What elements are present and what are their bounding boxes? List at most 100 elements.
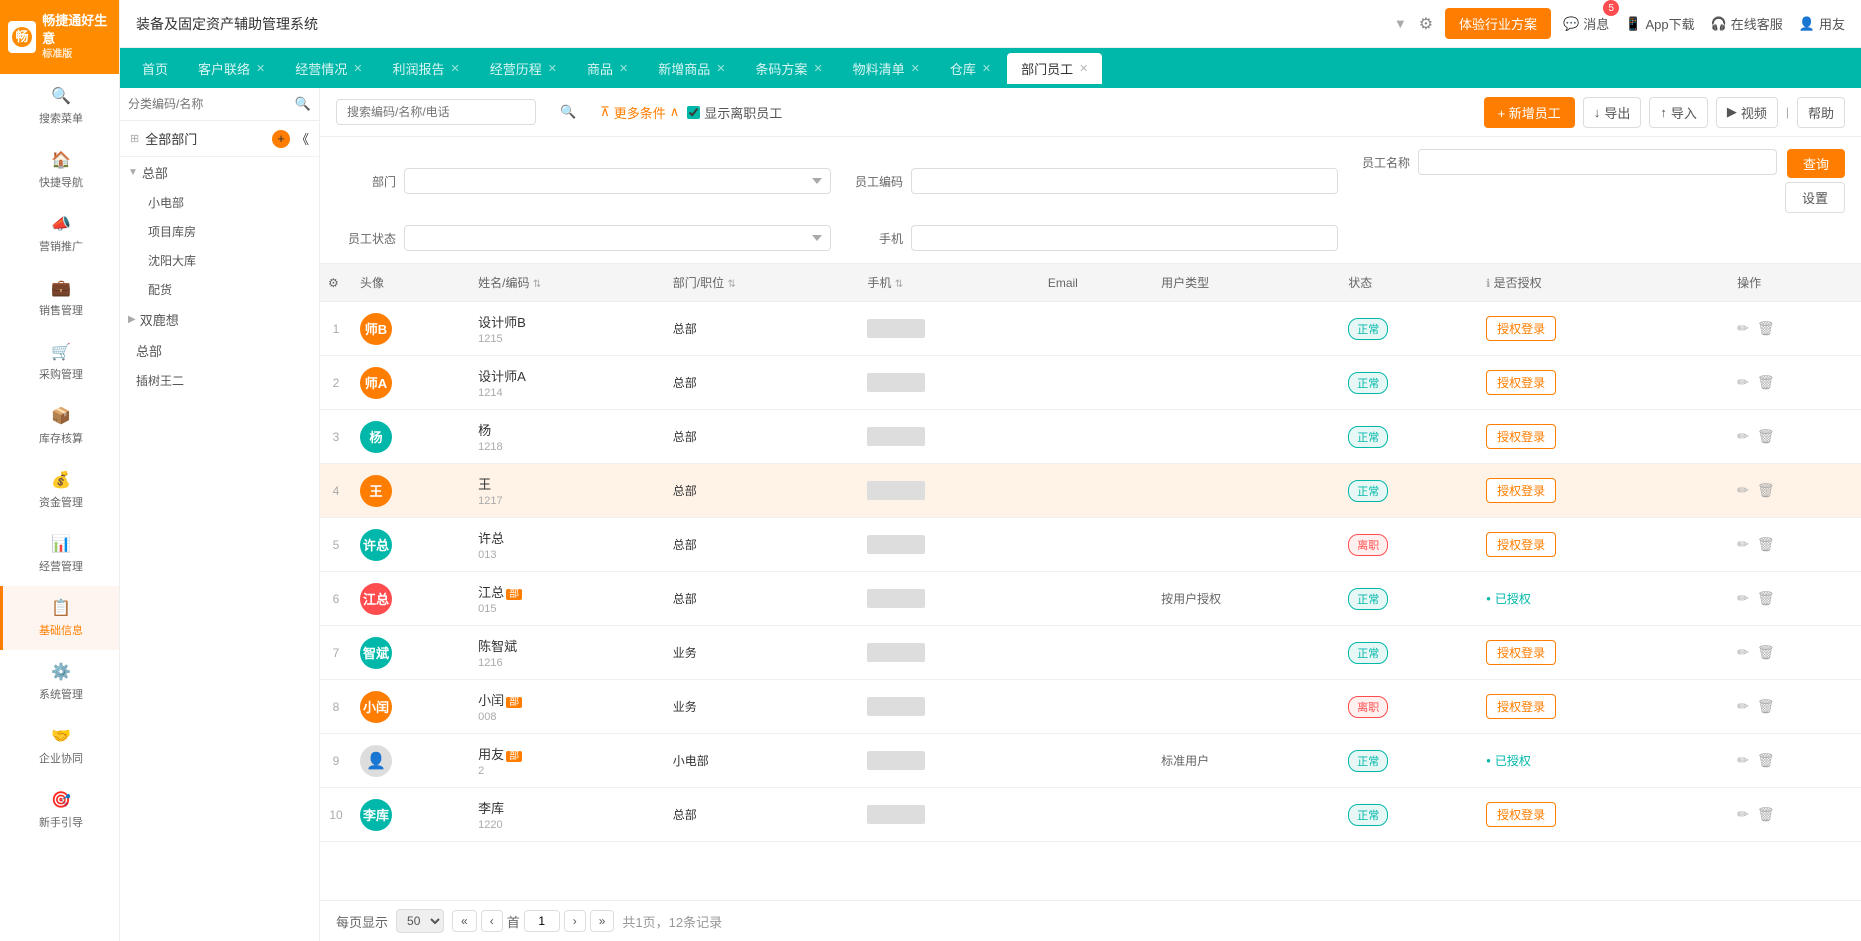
edit-icon[interactable]: ✏ xyxy=(1737,752,1749,769)
tab-new-goods[interactable]: 新增商品✕ xyxy=(644,53,739,84)
close-icon[interactable]: ✕ xyxy=(813,62,822,75)
sidebar-item-finance[interactable]: 💰 资金管理 xyxy=(0,458,119,522)
close-icon[interactable]: ✕ xyxy=(716,62,725,75)
sidebar-item-search[interactable]: 🔍 搜索菜单 xyxy=(0,74,119,138)
sidebar-item-inventory[interactable]: 📦 库存核算 xyxy=(0,394,119,458)
edit-icon[interactable]: ✏ xyxy=(1737,374,1749,391)
edit-icon[interactable]: ✏ xyxy=(1737,320,1749,337)
auth-login-button[interactable]: 授权登录 xyxy=(1486,640,1556,665)
tree-item-chushu[interactable]: 插树王二 xyxy=(120,366,319,395)
search-button[interactable]: 🔍 xyxy=(544,96,592,128)
page-number-input[interactable] xyxy=(524,910,560,932)
tab-bom[interactable]: 物料清单✕ xyxy=(839,53,934,84)
sidebar-item-quick-nav[interactable]: 🏠 快捷导航 xyxy=(0,138,119,202)
auth-login-button[interactable]: 授权登录 xyxy=(1486,532,1556,557)
delete-icon[interactable]: 🗑 xyxy=(1757,644,1775,661)
edit-icon[interactable]: ✏ xyxy=(1737,536,1749,553)
add-employee-button[interactable]: + 新增员工 xyxy=(1484,97,1575,128)
sidebar-item-guide[interactable]: 🎯 新手引导 xyxy=(0,778,119,842)
sidebar-item-operations[interactable]: 📊 经营管理 xyxy=(0,522,119,586)
close-icon[interactable]: ✕ xyxy=(548,62,557,75)
delete-icon[interactable]: 🗑 xyxy=(1757,752,1775,769)
app-download-button[interactable]: 📱 App下载 xyxy=(1625,14,1694,33)
delete-icon[interactable]: 🗑 xyxy=(1757,590,1775,607)
tab-warehouse[interactable]: 仓库✕ xyxy=(936,53,1005,84)
more-filter-button[interactable]: ⊼ 更多条件 ∧ xyxy=(600,103,679,122)
sort-icon[interactable]: ⇅ xyxy=(727,279,735,290)
delete-icon[interactable]: 🗑 xyxy=(1757,374,1775,391)
edit-icon[interactable]: ✏ xyxy=(1737,806,1749,823)
edit-icon[interactable]: ✏ xyxy=(1737,698,1749,715)
delete-icon[interactable]: 🗑 xyxy=(1757,536,1775,553)
delete-icon[interactable]: 🗑 xyxy=(1757,698,1775,715)
close-icon[interactable]: ✕ xyxy=(911,62,920,75)
delete-icon[interactable]: 🗑 xyxy=(1757,806,1775,823)
col-name[interactable]: 姓名/编码 ⇅ xyxy=(470,264,665,302)
tab-profit[interactable]: 利润报告✕ xyxy=(378,53,473,84)
tab-barcode[interactable]: 条码方案✕ xyxy=(741,53,836,84)
phone-input[interactable] xyxy=(911,225,1338,251)
sort-icon[interactable]: ⇅ xyxy=(533,279,541,290)
close-icon[interactable]: ✕ xyxy=(982,62,991,75)
sidebar-item-basic-info[interactable]: 📋 基础信息 xyxy=(0,586,119,650)
auth-login-button[interactable]: 授权登录 xyxy=(1486,424,1556,449)
prev-page-button[interactable]: ‹ xyxy=(481,910,503,932)
auth-login-button[interactable]: 授权登录 xyxy=(1486,370,1556,395)
export-button[interactable]: ↓ 导出 xyxy=(1583,97,1642,128)
next-page-button[interactable]: › xyxy=(564,910,586,932)
close-icon[interactable]: ✕ xyxy=(451,62,460,75)
sidebar-item-purchase[interactable]: 🛒 采购管理 xyxy=(0,330,119,394)
edit-icon[interactable]: ✏ xyxy=(1737,482,1749,499)
set-button[interactable]: 设置 xyxy=(1785,182,1845,213)
status-select[interactable] xyxy=(404,225,831,251)
tab-home[interactable]: 首页 xyxy=(128,53,182,84)
edit-icon[interactable]: ✏ xyxy=(1737,590,1749,607)
col-dept[interactable]: 部门/职位 ⇅ xyxy=(665,264,860,302)
sidebar-item-sales[interactable]: 💼 销售管理 xyxy=(0,266,119,330)
delete-icon[interactable]: 🗑 xyxy=(1757,320,1775,337)
online-service-button[interactable]: 🎧 在线客服 xyxy=(1711,14,1783,33)
col-phone[interactable]: 手机 ⇅ xyxy=(859,264,1039,302)
import-button[interactable]: ↑ 导入 xyxy=(1649,97,1708,128)
auth-login-button[interactable]: 授权登录 xyxy=(1486,694,1556,719)
help-button[interactable]: 帮助 xyxy=(1797,97,1845,128)
tab-operations[interactable]: 经营情况✕ xyxy=(281,53,376,84)
close-icon[interactable]: ✕ xyxy=(619,62,628,75)
auth-login-button[interactable]: 授权登录 xyxy=(1486,478,1556,503)
tree-item-project[interactable]: 项目库房 xyxy=(120,217,319,246)
close-icon[interactable]: ✕ xyxy=(256,62,265,75)
edit-icon[interactable]: ✏ xyxy=(1737,644,1749,661)
user-avatar[interactable]: 👤 用友 xyxy=(1799,14,1845,33)
dept-select[interactable] xyxy=(404,168,831,194)
auth-login-button[interactable]: 授权登录 xyxy=(1486,316,1556,341)
close-icon[interactable]: ✕ xyxy=(1079,62,1088,75)
tree-collapse-icon[interactable]: 《 xyxy=(296,129,309,148)
tree-add-button[interactable]: + xyxy=(272,130,290,148)
code-input[interactable] xyxy=(911,168,1338,194)
tree-item-parent-shuanglu[interactable]: ▶ 双鹿想 xyxy=(120,304,319,335)
tree-search-icon[interactable]: 🔍 xyxy=(295,96,311,112)
sidebar-item-enterprise[interactable]: 🤝 企业协同 xyxy=(0,714,119,778)
settings-icon[interactable]: ⚙ xyxy=(1419,14,1433,34)
close-icon[interactable]: ✕ xyxy=(353,62,362,75)
last-page-button[interactable]: » xyxy=(590,910,615,932)
tree-item-shenyang[interactable]: 沈阳大库 xyxy=(120,246,319,275)
sidebar-item-marketing[interactable]: 📣 营销推广 xyxy=(0,202,119,266)
show-resigned-checkbox[interactable]: 显示离职员工 xyxy=(687,103,782,122)
sort-icon[interactable]: ⇅ xyxy=(895,279,903,290)
dropdown-arrow-icon[interactable]: ▼ xyxy=(1394,16,1407,31)
delete-icon[interactable]: 🗑 xyxy=(1757,482,1775,499)
edit-icon[interactable]: ✏ xyxy=(1737,428,1749,445)
tree-item-distribution[interactable]: 配货 xyxy=(120,275,319,304)
experience-button[interactable]: 体验行业方案 xyxy=(1445,8,1551,39)
tab-goods[interactable]: 商品✕ xyxy=(573,53,642,84)
col-settings[interactable]: ⚙ xyxy=(320,264,352,302)
search-input[interactable] xyxy=(336,99,536,125)
per-page-select[interactable]: 50 xyxy=(396,909,444,933)
tree-search-input[interactable] xyxy=(128,97,291,111)
sidebar-item-system[interactable]: ⚙️ 系统管理 xyxy=(0,650,119,714)
tree-item-parent-zongbu[interactable]: ▼ 总部 xyxy=(120,157,319,188)
tab-employees[interactable]: 部门员工✕ xyxy=(1007,53,1102,84)
video-button[interactable]: ▶ 视频 xyxy=(1716,97,1778,128)
tab-customer[interactable]: 客户联络✕ xyxy=(184,53,279,84)
